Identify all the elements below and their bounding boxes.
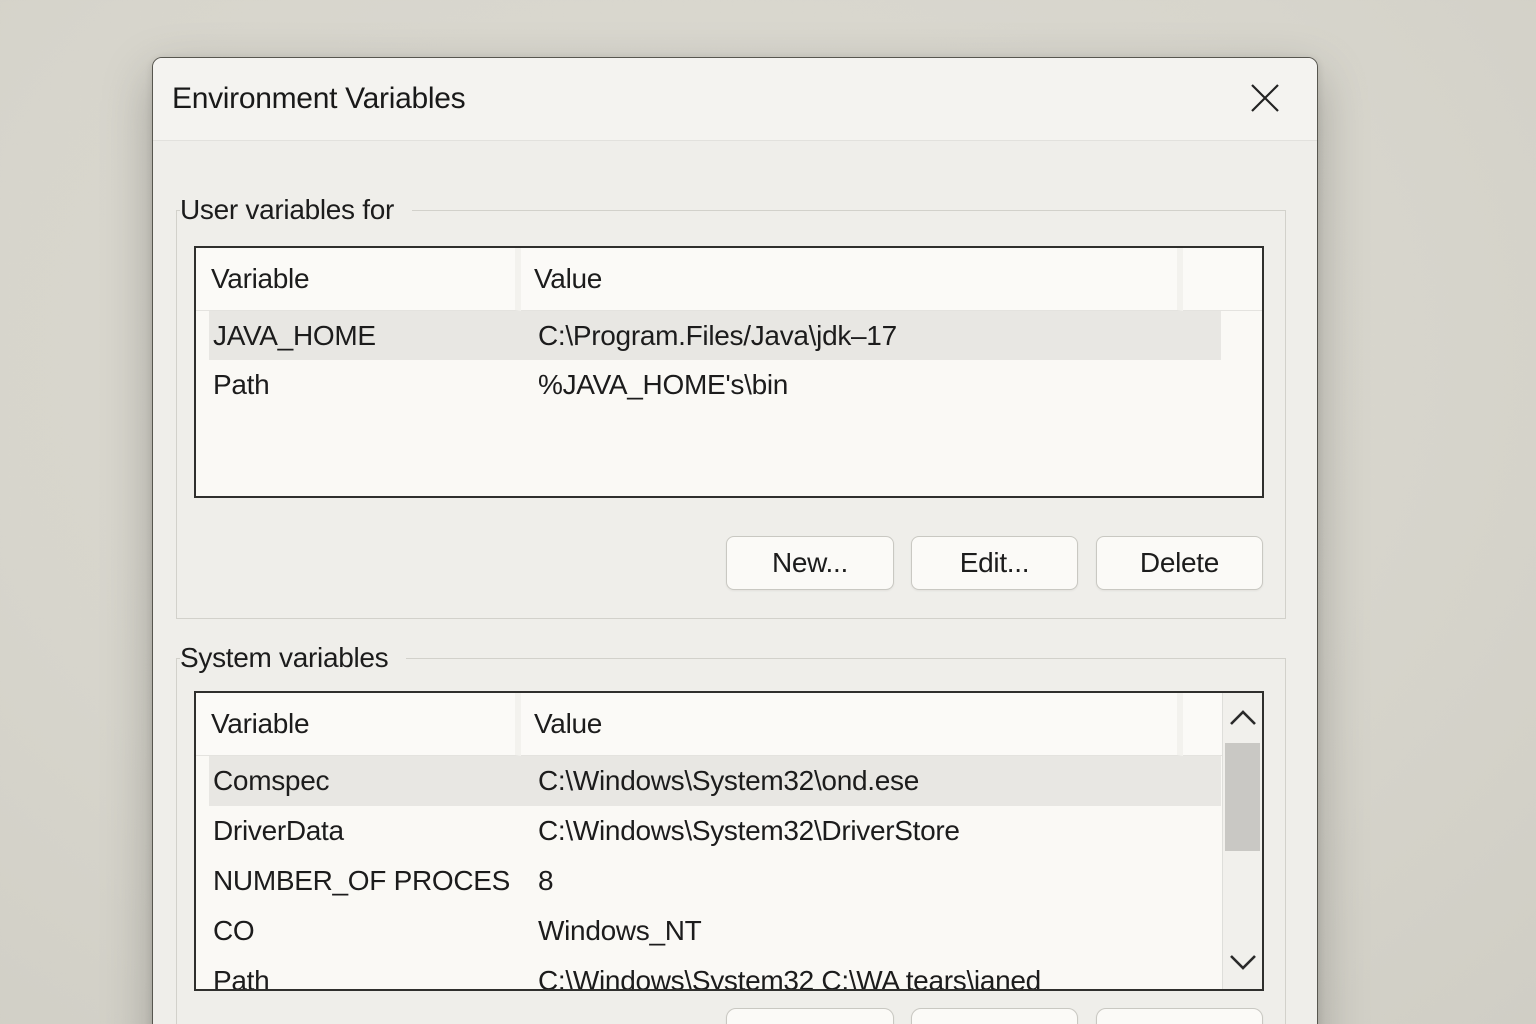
column-header-gutter: [1183, 248, 1262, 311]
chevron-down-icon: [1229, 954, 1257, 973]
value-cell: Windows_NT: [538, 915, 702, 946]
value-cell: C:\Windows\System32\ond.ese: [538, 765, 919, 796]
variable-cell: DriverData: [213, 815, 344, 846]
list-header: Variable Value: [196, 693, 1262, 756]
environment-variables-dialog: Environment Variables User variables for…: [152, 57, 1318, 1024]
variable-cell: Path: [213, 368, 270, 400]
dialog-titlebar[interactable]: Environment Variables: [153, 58, 1317, 141]
vertical-scrollbar[interactable]: [1222, 693, 1262, 989]
user-delete-button[interactable]: Delete: [1096, 536, 1263, 590]
close-button[interactable]: [1243, 77, 1287, 121]
user-variables-label: User variables for: [180, 193, 413, 227]
user-variables-list: Variable Value JAVA_HOME C:\Program.File…: [194, 246, 1264, 498]
table-row[interactable]: NUMBER_OF PROCES 8: [209, 856, 1221, 906]
value-cell: %JAVA_HOME's\bin: [538, 368, 789, 400]
table-row[interactable]: Path %JAVA_HOME's\bin: [209, 360, 1221, 409]
table-row[interactable]: Path C:\Windows\System32 C:\WA tears\ian…: [209, 956, 1221, 991]
value-cell: 8: [538, 865, 554, 896]
user-edit-button[interactable]: Edit...: [911, 536, 1078, 590]
list-header: Variable Value: [196, 248, 1262, 311]
system-new-button[interactable]: [726, 1008, 894, 1024]
column-header-value[interactable]: Value: [521, 248, 1183, 311]
variable-cell: Comspec: [213, 765, 330, 796]
dialog-title: Environment Variables: [172, 82, 466, 115]
column-header-variable[interactable]: Variable: [196, 693, 521, 756]
value-cell: C:\Windows\System32\DriverStore: [538, 815, 960, 846]
system-variables-label: System variables: [180, 641, 407, 675]
close-icon: [1248, 81, 1282, 118]
value-cell: C:\Program.Files/Java\jdk–17: [538, 319, 897, 351]
system-variables-list: Variable Value Comspec C:\Windows\System…: [194, 691, 1264, 991]
column-header-value[interactable]: Value: [521, 693, 1183, 756]
variable-cell: CO: [213, 915, 255, 946]
scroll-up-button[interactable]: [1223, 695, 1262, 743]
table-row[interactable]: Comspec C:\Windows\System32\ond.ese: [209, 756, 1221, 806]
user-new-button[interactable]: New...: [726, 536, 894, 590]
variable-cell: Path: [213, 965, 270, 991]
system-edit-button[interactable]: [911, 1008, 1078, 1024]
table-row[interactable]: JAVA_HOME C:\Program.Files/Java\jdk–17: [209, 311, 1221, 360]
system-delete-button[interactable]: [1096, 1008, 1263, 1024]
table-row[interactable]: CO Windows_NT: [209, 906, 1221, 956]
variable-cell: JAVA_HOME: [213, 319, 376, 351]
variable-cell: NUMBER_OF PROCES: [213, 865, 511, 896]
column-header-variable[interactable]: Variable: [196, 248, 521, 311]
chevron-up-icon: [1229, 709, 1257, 729]
scrollbar-thumb[interactable]: [1225, 743, 1260, 851]
scroll-down-button[interactable]: [1223, 939, 1262, 987]
value-cell: C:\Windows\System32 C:\WA tears\ianed: [538, 965, 1041, 991]
table-row[interactable]: DriverData C:\Windows\System32\DriverSto…: [209, 806, 1221, 856]
